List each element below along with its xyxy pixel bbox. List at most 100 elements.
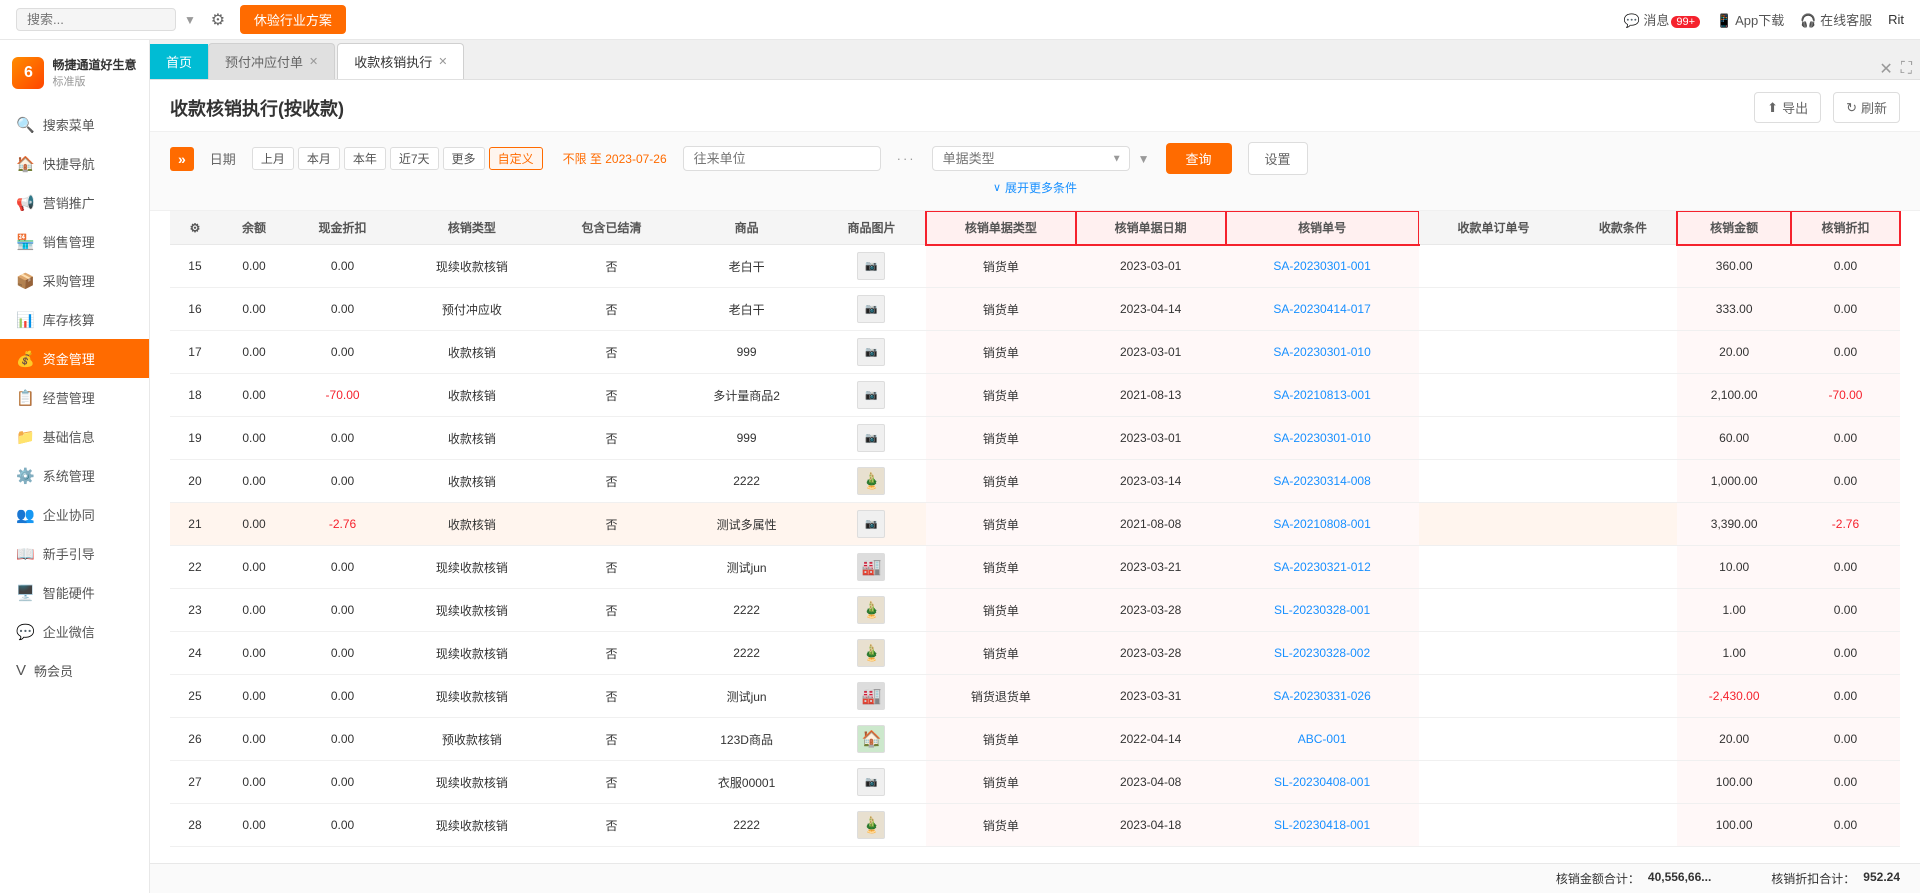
custom-btn[interactable]: 自定义 [489,147,543,170]
sidebar-item-system[interactable]: ⚙️ 系统管理 [0,456,149,495]
gear-button[interactable]: ⚙ [204,6,232,34]
sidebar-item-label: 智能硬件 [43,583,95,602]
doc-no-link[interactable]: SA-20230301-010 [1273,345,1370,359]
sidebar-item-hardware[interactable]: 🖥️ 智能硬件 [0,573,149,612]
col-writeoff-amount: 核销金额 [1677,211,1791,245]
window-close-icon[interactable]: ✕ [1879,59,1892,79]
doc-no-link[interactable]: SA-20230331-026 [1273,689,1370,703]
doc-no-link[interactable]: SA-20230314-008 [1273,474,1370,488]
sidebar-item-finance[interactable]: 💰 资金管理 [0,339,149,378]
sidebar-item-basic[interactable]: 📁 基础信息 [0,417,149,456]
doc-no-link[interactable]: SA-20230414-017 [1273,302,1370,316]
cell-wo-doc-type: 销货退货单 [926,675,1076,718]
cell-wo-doc-date: 2022-04-14 [1076,718,1226,761]
cell-receipt-order-no [1419,804,1569,847]
cell-receipt-cond [1568,245,1677,288]
cell-no: 17 [170,331,220,374]
doc-no-link[interactable]: SL-20230418-001 [1274,818,1370,832]
industry-btn[interactable]: 休验行业方案 [240,5,346,34]
this-month-btn[interactable]: 本月 [298,147,340,170]
cell-receipt-order-no [1419,589,1569,632]
doc-no-link[interactable]: ABC-001 [1298,732,1347,746]
cell-include-settled: 否 [547,245,676,288]
cell-wo-doc-date: 2023-03-01 [1076,245,1226,288]
tab-bar: 首页 预付冲应付单 ✕ 收款核销执行 ✕ ✕ ⛶ [150,40,1920,80]
search-input[interactable] [16,8,176,31]
cell-wo-doc-no: SL-20230408-001 [1226,761,1419,804]
settings-button[interactable]: 设置 [1248,142,1308,175]
sidebar-item-operation[interactable]: 📋 经营管理 [0,378,149,417]
doc-type-select[interactable] [932,146,1130,171]
query-button[interactable]: 查询 [1166,143,1232,174]
last7-btn[interactable]: 近7天 [390,147,439,170]
close-icon[interactable]: ✕ [438,55,447,68]
doc-no-link[interactable]: SA-20230301-010 [1273,431,1370,445]
cell-include-settled: 否 [547,804,676,847]
hardware-icon: 🖥️ [16,584,35,602]
total-amount-label: 核销金额合计： [1556,870,1640,887]
cell-goods: 999 [676,331,817,374]
doc-no-link[interactable]: SA-20230321-012 [1273,560,1370,574]
sidebar-item-sales[interactable]: 🏪 销售管理 [0,222,149,261]
sidebar-item-purchase[interactable]: 📦 采购管理 [0,261,149,300]
cell-receipt-cond [1568,632,1677,675]
cell-balance: 0.00 [220,804,288,847]
sidebar-item-guide[interactable]: 📖 新手引导 [0,534,149,573]
message-icon[interactable]: 💬 消息99+ [1624,10,1701,29]
this-year-btn[interactable]: 本年 [344,147,386,170]
finance-icon: 💰 [16,350,35,368]
cell-goods-img: 🏠 [817,718,926,761]
window-expand-icon[interactable]: ⛶ [1901,60,1912,78]
expand-left-btn[interactable]: » [170,147,194,171]
sidebar-item-label: 营销推广 [43,193,95,212]
app-download[interactable]: 📱 App下载 [1716,10,1784,29]
counterpart-input[interactable] [683,146,881,171]
doc-no-link[interactable]: SL-20230328-002 [1274,646,1370,660]
sidebar-item-label: 资金管理 [43,349,95,368]
col-writeoff-discount: 核销折扣 [1791,211,1900,245]
expand-row[interactable]: ∨ 展开更多条件 [170,175,1900,200]
doc-no-link[interactable]: SL-20230328-001 [1274,603,1370,617]
cell-writeoff-amount: 60.00 [1677,417,1791,460]
cell-receipt-cond [1568,503,1677,546]
cell-balance: 0.00 [220,589,288,632]
tab-home[interactable]: 首页 [150,44,208,79]
sidebar-item-search[interactable]: 🔍 搜索菜单 [0,105,149,144]
online-service[interactable]: 🎧 在线客服 [1800,10,1872,29]
cell-receipt-cond [1568,460,1677,503]
sidebar-item-marketing[interactable]: 📢 营销推广 [0,183,149,222]
more-btn[interactable]: 更多 [443,147,485,170]
doc-no-link[interactable]: SA-20210813-001 [1273,388,1370,402]
last-month-btn[interactable]: 上月 [252,147,294,170]
guide-icon: 📖 [16,545,35,563]
doc-no-link[interactable]: SA-20210808-001 [1273,517,1370,531]
doc-no-link[interactable]: SA-20230301-001 [1273,259,1370,273]
message-label: 消息 [1643,13,1669,28]
cell-writeoff-discount: 0.00 [1791,245,1900,288]
page-title: 收款核销执行(按收款) [170,95,344,121]
sidebar-item-label: 企业微信 [43,622,95,641]
cell-writeoff-discount: 0.00 [1791,761,1900,804]
export-button[interactable]: ⬆ 导出 [1754,92,1821,123]
cell-cash-discount: 0.00 [288,331,397,374]
sidebar-item-vip[interactable]: V 畅会员 [0,651,149,690]
logo-icon: 6 [12,57,44,89]
cell-goods: 2222 [676,804,817,847]
tab-prepay[interactable]: 预付冲应付单 ✕ [208,43,335,79]
close-icon[interactable]: ✕ [309,55,318,68]
refresh-button[interactable]: ↻ 刷新 [1833,92,1900,123]
cell-wo-doc-type: 销货单 [926,589,1076,632]
cell-goods-img: 📷 [817,374,926,417]
tab-writeoff[interactable]: 收款核销执行 ✕ [337,43,464,79]
sidebar-item-inventory[interactable]: 📊 库存核算 [0,300,149,339]
cell-include-settled: 否 [547,718,676,761]
cell-receipt-cond [1568,589,1677,632]
sidebar-item-nav[interactable]: 🏠 快捷导航 [0,144,149,183]
doc-no-link[interactable]: SL-20230408-001 [1274,775,1370,789]
cell-goods-img: 📷 [817,417,926,460]
col-include-settled: 包含已结清 [547,211,676,245]
sidebar-item-wechat[interactable]: 💬 企业微信 [0,612,149,651]
sidebar-item-corp[interactable]: 👥 企业协同 [0,495,149,534]
cell-wo-doc-date: 2023-03-14 [1076,460,1226,503]
cell-wo-doc-no: SL-20230328-001 [1226,589,1419,632]
